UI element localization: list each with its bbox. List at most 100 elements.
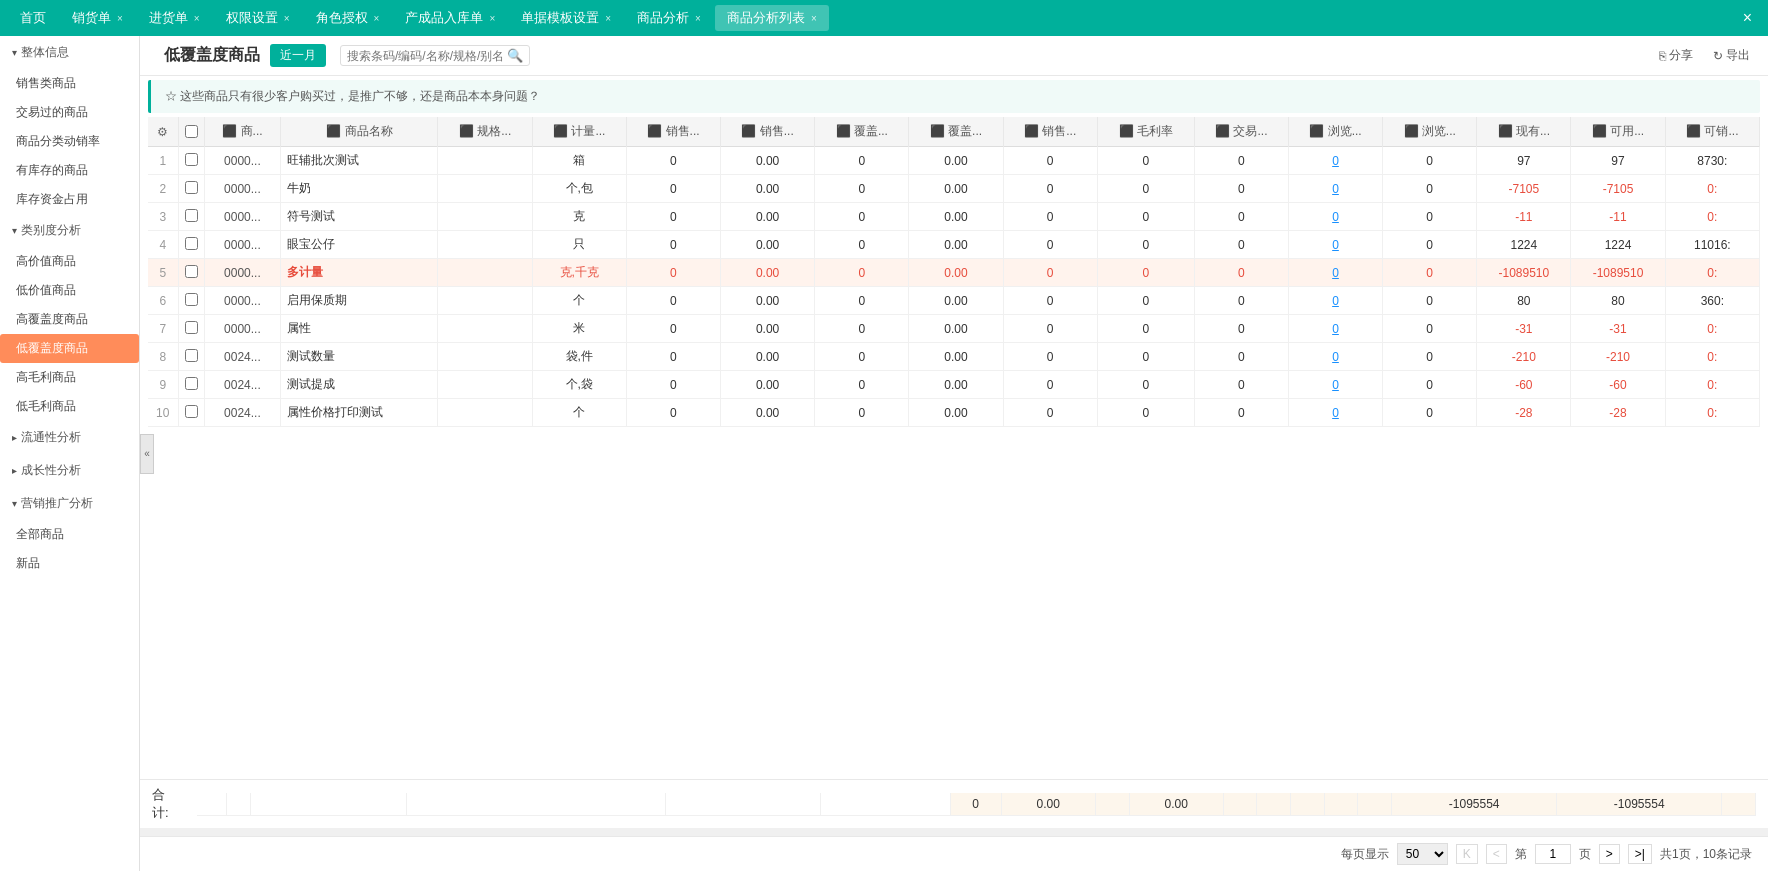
row-select-checkbox[interactable] [185,377,198,390]
sidebar-collapse-btn[interactable]: « [140,434,154,474]
nav-finished-goods[interactable]: 产成品入库单 × [393,5,507,31]
row-checkbox[interactable] [178,343,204,371]
row-browse1[interactable]: 0 [1288,287,1382,315]
nav-close-finished-goods[interactable]: × [489,13,495,24]
row-checkbox[interactable] [178,287,204,315]
search-input[interactable] [347,49,507,63]
row-available: 80 [1571,287,1665,315]
nav-close-purchase[interactable]: × [194,13,200,24]
nav-home[interactable]: 首页 [8,5,58,31]
sidebar-item-new-goods[interactable]: 新品 [0,549,139,578]
row-sales2: 0 [1003,287,1097,315]
browse1-link[interactable]: 0 [1332,378,1339,392]
nav-permissions[interactable]: 权限设置 × [214,5,302,31]
sidebar-section-overall[interactable]: ▾ 整体信息 [0,36,139,69]
nav-sales[interactable]: 销货单 × [60,5,135,31]
row-browse1[interactable]: 0 [1288,231,1382,259]
sidebar-item-high-value[interactable]: 高价值商品 [0,247,139,276]
share-button[interactable]: ⎘ 分享 [1653,45,1699,66]
row-checkbox[interactable] [178,231,204,259]
nav-roles[interactable]: 角色授权 × [304,5,392,31]
row-trade: 0 [1194,203,1288,231]
close-all-tabs[interactable]: × [1735,5,1760,31]
sidebar-item-all-goods[interactable]: 全部商品 [0,520,139,549]
row-browse1[interactable]: 0 [1288,343,1382,371]
row-current: 1224 [1477,231,1571,259]
nav-close-permissions[interactable]: × [284,13,290,24]
row-browse1[interactable]: 0 [1288,259,1382,287]
period-button[interactable]: 近一月 [270,44,326,67]
browse1-link[interactable]: 0 [1332,350,1339,364]
nav-close-product-analysis[interactable]: × [695,13,701,24]
nav-product-analysis[interactable]: 商品分析 × [625,5,713,31]
nav-close-template-settings[interactable]: × [605,13,611,24]
browse1-link[interactable]: 0 [1332,154,1339,168]
settings-icon[interactable]: ⚙ [157,125,168,139]
sidebar-section-category[interactable]: ▾ 类别度分析 [0,214,139,247]
browse1-link[interactable]: 0 [1332,238,1339,252]
next-page-btn[interactable]: > [1599,844,1620,864]
table-container[interactable]: ⚙ ⬛ 商... ⬛ 商品名称 ⬛ 规格... ⬛ 计量... ⬛ 销售... … [140,117,1768,779]
row-select-checkbox[interactable] [185,349,198,362]
nav-close-sales[interactable]: × [117,13,123,24]
per-page-select[interactable]: 50 20 100 200 [1397,843,1448,865]
sidebar-item-inventory-capital[interactable]: 库存资金占用 [0,185,139,214]
browse1-link[interactable]: 0 [1332,266,1339,280]
row-select-checkbox[interactable] [185,265,198,278]
sidebar-item-high-margin[interactable]: 高毛利商品 [0,363,139,392]
sidebar-item-low-coverage[interactable]: 低覆盖度商品 [0,334,139,363]
row-browse1[interactable]: 0 [1288,175,1382,203]
nav-close-roles[interactable]: × [374,13,380,24]
row-select-checkbox[interactable] [185,209,198,222]
col-checkbox[interactable] [178,117,204,147]
horizontal-scrollbar[interactable] [140,828,1768,836]
row-current: -28 [1477,399,1571,427]
row-select-checkbox[interactable] [185,405,198,418]
sidebar-item-category-turnover[interactable]: 商品分类动销率 [0,127,139,156]
row-checkbox[interactable] [178,399,204,427]
browse1-link[interactable]: 0 [1332,294,1339,308]
sidebar-section-growth[interactable]: ▸ 成长性分析 [0,454,139,487]
row-num: 2 [148,175,178,203]
sidebar-item-high-coverage[interactable]: 高覆盖度商品 [0,305,139,334]
row-checkbox[interactable] [178,175,204,203]
row-select-checkbox[interactable] [185,293,198,306]
export-button[interactable]: ↻ 导出 [1707,45,1756,66]
row-select-checkbox[interactable] [185,181,198,194]
row-select-checkbox[interactable] [185,321,198,334]
sidebar-section-liquidity[interactable]: ▸ 流通性分析 [0,421,139,454]
sidebar-item-stocked-goods[interactable]: 有库存的商品 [0,156,139,185]
browse1-link[interactable]: 0 [1332,322,1339,336]
prev-page-btn[interactable]: < [1486,844,1507,864]
row-checkbox[interactable] [178,315,204,343]
sidebar-item-low-value[interactable]: 低价值商品 [0,276,139,305]
row-checkbox[interactable] [178,371,204,399]
row-checkbox[interactable] [178,203,204,231]
row-browse1[interactable]: 0 [1288,203,1382,231]
row-browse1[interactable]: 0 [1288,147,1382,175]
row-checkbox[interactable] [178,147,204,175]
select-all-checkbox[interactable] [185,125,198,138]
browse1-link[interactable]: 0 [1332,210,1339,224]
page-number-input[interactable] [1535,844,1571,864]
sidebar-section-marketing[interactable]: ▾ 营销推广分析 [0,487,139,520]
last-page-btn[interactable]: >| [1628,844,1652,864]
sidebar-item-traded-goods[interactable]: 交易过的商品 [0,98,139,127]
row-select-checkbox[interactable] [185,237,198,250]
sidebar-item-low-margin[interactable]: 低毛利商品 [0,392,139,421]
row-select-checkbox[interactable] [185,153,198,166]
browse1-link[interactable]: 0 [1332,182,1339,196]
row-checkbox[interactable] [178,259,204,287]
nav-product-analysis-list[interactable]: 商品分析列表 × [715,5,829,31]
nav-purchase[interactable]: 进货单 × [137,5,212,31]
first-page-btn[interactable]: K [1456,844,1478,864]
row-browse1[interactable]: 0 [1288,371,1382,399]
browse1-link[interactable]: 0 [1332,406,1339,420]
col-settings[interactable]: ⚙ [148,117,178,147]
nav-template-settings[interactable]: 单据模板设置 × [509,5,623,31]
row-browse1[interactable]: 0 [1288,315,1382,343]
row-browse1[interactable]: 0 [1288,399,1382,427]
nav-close-product-analysis-list[interactable]: × [811,13,817,24]
row-code: 0000... [204,259,281,287]
sidebar-item-sales-goods[interactable]: 销售类商品 [0,69,139,98]
